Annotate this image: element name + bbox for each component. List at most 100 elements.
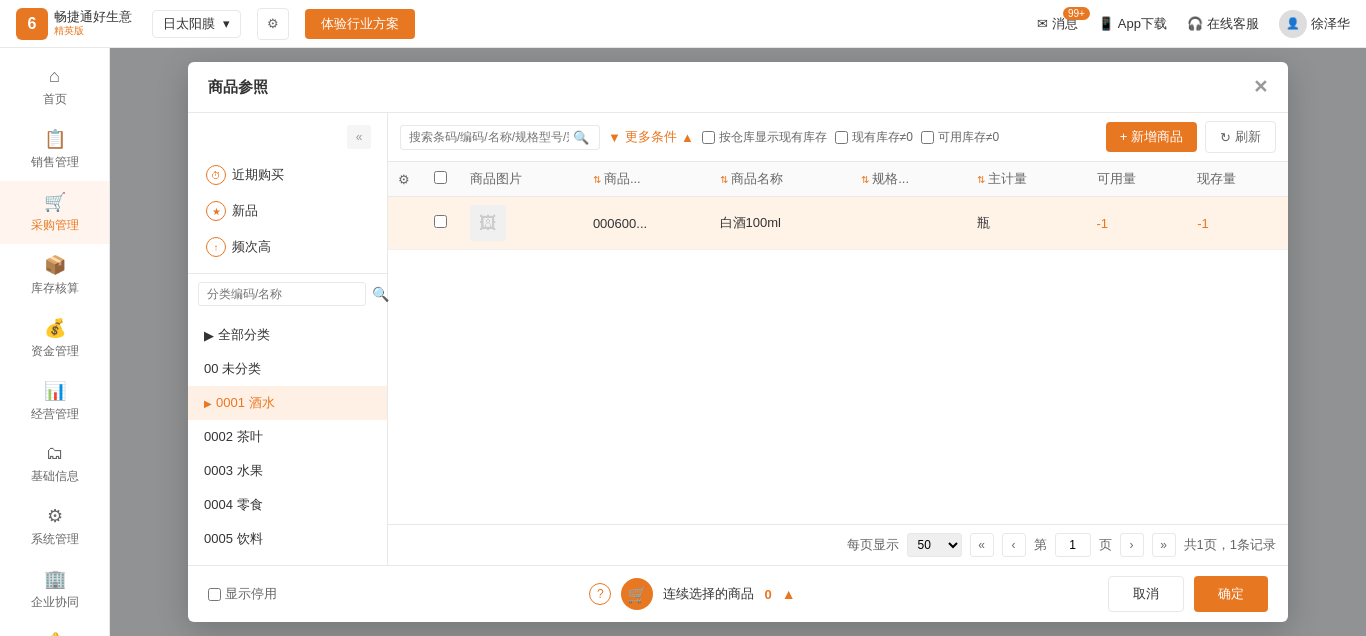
- brand-info: 畅捷通好生意 精英版: [54, 9, 132, 39]
- cat-label: 00 未分类: [204, 360, 261, 378]
- col-usable[interactable]: 可用量: [1087, 162, 1188, 197]
- filter-bar: 🔍 ▼ 更多条件 ▲ 按仓库显示现有库存: [388, 113, 1288, 162]
- collapse-panel-button[interactable]: «: [347, 125, 371, 149]
- cat-label: 全部分类: [218, 326, 270, 344]
- new-product-button[interactable]: + 新增商品: [1106, 122, 1197, 152]
- category-search-icon[interactable]: 🔍: [372, 286, 389, 302]
- cat-label: 0002 茶叶: [204, 428, 263, 446]
- stock-nonzero-input[interactable]: [835, 131, 848, 144]
- sidebar-item-purchase[interactable]: 🛒 采购管理: [0, 181, 109, 244]
- experience-button[interactable]: 体验行业方案: [305, 9, 415, 39]
- sidebar-item-enterprise[interactable]: 🏢 企业协同: [0, 558, 109, 621]
- cat-item-0002[interactable]: 0002 茶叶: [188, 420, 387, 454]
- filter-icon: ▼: [608, 130, 621, 145]
- stock-nonzero-checkbox[interactable]: 现有库存≠0: [835, 129, 913, 146]
- col-name[interactable]: ⇅ 商品名称: [710, 162, 852, 197]
- col-code[interactable]: ⇅ 商品...: [583, 162, 710, 197]
- col-spec[interactable]: ⇅ 规格...: [851, 162, 967, 197]
- category-list: ▶ 全部分类 00 未分类 ▶ 0001 酒水 0002 茶: [188, 314, 387, 565]
- cat-item-0003[interactable]: 0003 水果: [188, 454, 387, 488]
- messages-button[interactable]: ✉ 消息 99+: [1037, 15, 1078, 33]
- product-table: ⚙ 商品图片: [388, 162, 1288, 250]
- settings-button[interactable]: ⚙: [257, 8, 289, 40]
- message-icon: ✉: [1037, 16, 1048, 31]
- row-select-checkbox[interactable]: [434, 215, 447, 228]
- row-usable: -1: [1087, 197, 1188, 250]
- quick-recent[interactable]: ⏱ 近期购买: [196, 157, 379, 193]
- sidebar-item-guide[interactable]: 🔔 新手引导: [0, 621, 109, 636]
- confirm-button[interactable]: 确定: [1194, 576, 1268, 612]
- sidebar-item-label: 企业协同: [31, 594, 79, 611]
- cat-label: 0005 饮料: [204, 530, 263, 548]
- sidebar-item-basic[interactable]: 🗂 基础信息: [0, 433, 109, 495]
- last-page-button[interactable]: »: [1152, 533, 1176, 557]
- quick-new[interactable]: ★ 新品: [196, 193, 379, 229]
- inventory-icon: 📦: [44, 254, 66, 276]
- cat-item-00[interactable]: 00 未分类: [188, 352, 387, 386]
- col-unit[interactable]: ⇅ 主计量: [967, 162, 1086, 197]
- sidebar: ⌂ 首页 📋 销售管理 🛒 采购管理 📦 库存核算 💰 资金管理 📊 经营管理 …: [0, 48, 110, 636]
- sidebar-item-sales[interactable]: 📋 销售管理: [0, 118, 109, 181]
- select-all-checkbox[interactable]: [434, 171, 447, 184]
- chevron-down-icon: ▾: [223, 16, 230, 31]
- cat-item-0008[interactable]: 0008 水: [188, 556, 387, 565]
- cat-item-all[interactable]: ▶ 全部分类: [188, 318, 387, 352]
- first-page-button[interactable]: «: [970, 533, 994, 557]
- product-search-icon[interactable]: 🔍: [573, 130, 589, 145]
- usable-nonzero-input[interactable]: [921, 131, 934, 144]
- warehouse-display-checkbox[interactable]: 按仓库显示现有库存: [702, 129, 827, 146]
- col-stock[interactable]: 现存量: [1187, 162, 1288, 197]
- selected-count: 0: [764, 587, 771, 602]
- refresh-button[interactable]: ↻ 刷新: [1205, 121, 1276, 153]
- product-search-input[interactable]: [409, 130, 569, 144]
- modal-close-button[interactable]: ✕: [1253, 76, 1268, 98]
- recent-icon: ⏱: [206, 165, 226, 185]
- more-conditions-button[interactable]: ▼ 更多条件 ▲: [608, 128, 694, 146]
- display-disabled-input[interactable]: [208, 588, 221, 601]
- next-page-button[interactable]: ›: [1120, 533, 1144, 557]
- sidebar-item-system[interactable]: ⚙ 系统管理: [0, 495, 109, 558]
- cat-item-0005[interactable]: 0005 饮料: [188, 522, 387, 556]
- per-page-select[interactable]: 50 100 200: [907, 533, 962, 557]
- quick-frequent[interactable]: ↑ 频次高: [196, 229, 379, 265]
- cat-label: 0004 零食: [204, 496, 263, 514]
- prev-page-button[interactable]: ‹: [1002, 533, 1026, 557]
- sort-icon: ⇅: [977, 174, 985, 185]
- selected-label: 连续选择的商品: [663, 585, 754, 603]
- sidebar-item-inventory[interactable]: 📦 库存核算: [0, 244, 109, 307]
- col-settings[interactable]: ⚙: [388, 162, 424, 197]
- category-search-input[interactable]: [198, 282, 366, 306]
- table-row[interactable]: 🖼 000600... 白酒100ml 瓶 -1 -1: [388, 197, 1288, 250]
- sidebar-item-label: 经营管理: [31, 406, 79, 423]
- col-image: 商品图片: [460, 162, 583, 197]
- page-number-input[interactable]: [1055, 533, 1091, 557]
- quick-filters: « ⏱ 近期购买 ★ 新品 ↑: [188, 113, 387, 274]
- online-service-button[interactable]: 🎧 在线客服: [1187, 15, 1259, 33]
- warehouse-display-input[interactable]: [702, 131, 715, 144]
- product-reference-modal: 商品参照 ✕ « ⏱ 近期购买: [188, 62, 1288, 622]
- home-icon: ⌂: [49, 66, 60, 87]
- sidebar-item-finance[interactable]: 💰 资金管理: [0, 307, 109, 370]
- left-panel: « ⏱ 近期购买 ★ 新品 ↑: [188, 113, 388, 565]
- sidebar-item-operation[interactable]: 📊 经营管理: [0, 370, 109, 433]
- cart-button[interactable]: 🛒: [621, 578, 653, 610]
- modal-title: 商品参照: [208, 78, 268, 97]
- product-image: 🖼: [470, 205, 506, 241]
- usable-nonzero-checkbox[interactable]: 可用库存≠0: [921, 129, 999, 146]
- nav-selector[interactable]: 日太阳膜 ▾: [152, 10, 241, 38]
- cat-item-0001[interactable]: ▶ 0001 酒水: [188, 386, 387, 420]
- sidebar-item-home[interactable]: ⌂ 首页: [0, 56, 109, 118]
- row-checkbox[interactable]: [424, 197, 460, 250]
- app-download-button[interactable]: 📱 App下载: [1098, 15, 1167, 33]
- finance-icon: 💰: [44, 317, 66, 339]
- help-button[interactable]: ?: [589, 583, 611, 605]
- sort-icon: ⇅: [593, 174, 601, 185]
- pagination-bar: 每页显示 50 100 200 « ‹ 第 页 ›: [388, 524, 1288, 565]
- footer-right: 取消 确定: [1108, 576, 1268, 612]
- user-profile[interactable]: 👤 徐泽华: [1279, 10, 1350, 38]
- cancel-button[interactable]: 取消: [1108, 576, 1184, 612]
- cat-item-0004[interactable]: 0004 零食: [188, 488, 387, 522]
- purchase-icon: 🛒: [44, 191, 66, 213]
- display-disabled-checkbox[interactable]: 显示停用: [208, 585, 277, 603]
- footer-collapse-icon[interactable]: ▲: [782, 586, 796, 602]
